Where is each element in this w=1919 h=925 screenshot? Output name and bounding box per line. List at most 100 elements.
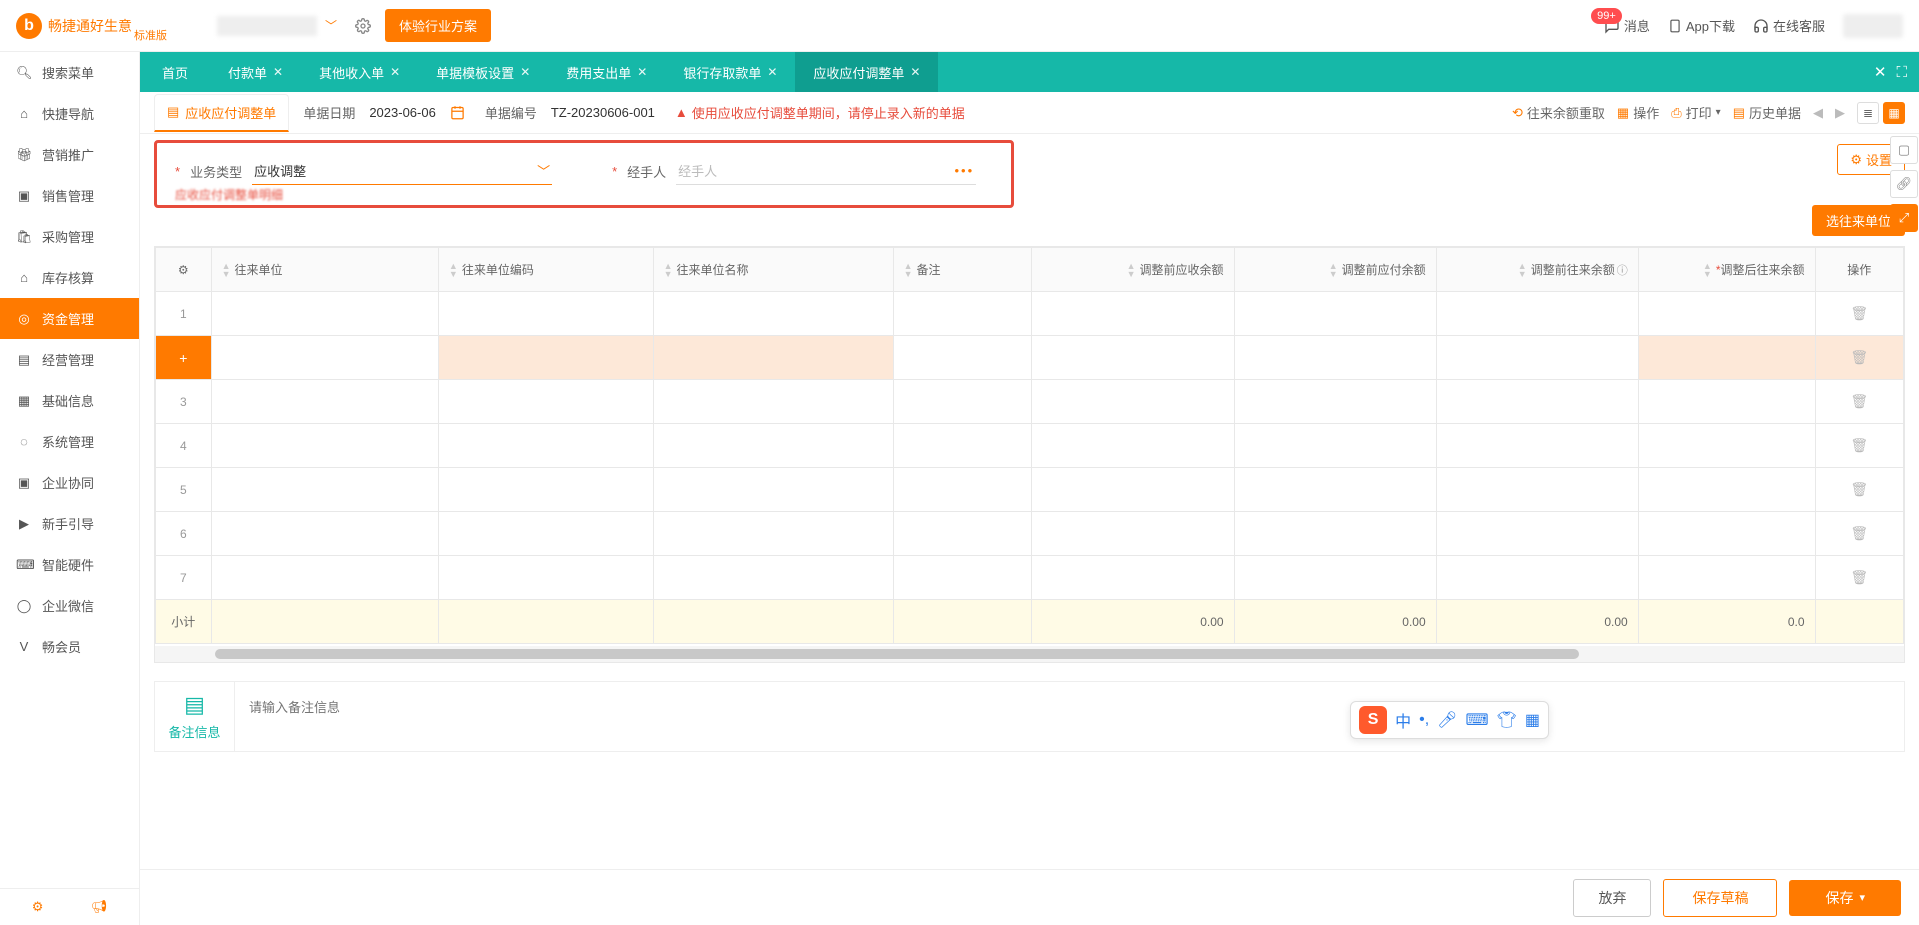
org-selector[interactable]: ﹀ <box>217 16 337 36</box>
next-icon[interactable]: ▶ <box>1835 105 1845 121</box>
ime-keyboard-icon[interactable]: ⌨ <box>1465 710 1488 730</box>
close-icon[interactable]: ✕ <box>390 65 400 79</box>
save-draft-button[interactable]: 保存草稿 <box>1663 879 1777 917</box>
doc-type-chip[interactable]: ▤ 应收应付调整单 <box>154 94 289 132</box>
close-icon[interactable]: ✕ <box>767 65 777 79</box>
doc-date-value[interactable]: 2023-06-06 <box>369 105 436 120</box>
sort-icon[interactable]: ▲▼ <box>904 262 913 278</box>
sidebar-item-purchase[interactable]: 🛍︎采购管理 <box>0 216 139 257</box>
col-after-bal[interactable]: ▲▼*调整后往来余额 <box>1638 248 1815 292</box>
table-row[interactable]: 5🗑︎ <box>156 468 1904 512</box>
calendar-icon[interactable] <box>450 105 465 120</box>
ime-tool-icon[interactable]: ▦ <box>1525 710 1540 730</box>
ime-skin-icon[interactable]: 👕︎ <box>1497 710 1517 730</box>
sidebar-item-system[interactable]: ◌系统管理 <box>0 421 139 462</box>
sort-icon[interactable]: ▲▼ <box>1329 262 1338 278</box>
collapse-icon[interactable]: ⚙ <box>32 899 44 915</box>
close-icon[interactable]: ✕ <box>520 65 530 79</box>
col-unit-code[interactable]: ▲▼往来单位编码 <box>438 248 653 292</box>
close-icon[interactable]: ✕ <box>910 65 920 79</box>
delete-icon[interactable]: 🗑︎ <box>1850 349 1868 365</box>
sidebar-item-coop[interactable]: ▣企业协同 <box>0 462 139 503</box>
sidebar-item-business[interactable]: ▤经营管理 <box>0 339 139 380</box>
table-row[interactable]: 3🗑︎ <box>156 380 1904 424</box>
regrab-balance-link[interactable]: ⟲往来余额重取 <box>1512 103 1605 122</box>
online-service-link[interactable]: 在线客服 <box>1753 16 1825 35</box>
rail-attach-icon[interactable]: 🔗︎ <box>1890 170 1918 198</box>
experience-button[interactable]: 体验行业方案 <box>385 9 491 42</box>
col-before-pay[interactable]: ▲▼调整前应付余额 <box>1234 248 1436 292</box>
table-row[interactable]: 4🗑︎ <box>156 424 1904 468</box>
sort-icon[interactable]: ▲▼ <box>1703 262 1712 278</box>
tab-template[interactable]: 单据模板设置✕ <box>418 52 548 92</box>
col-settings[interactable]: ⚙ <box>156 248 212 292</box>
tab-bank[interactable]: 银行存取款单✕ <box>665 52 795 92</box>
col-unit-name[interactable]: ▲▼往来单位名称 <box>653 248 893 292</box>
rail-expand-icon[interactable]: ⤢ <box>1890 204 1918 232</box>
ime-punct-icon[interactable]: •, <box>1419 711 1429 729</box>
sidebar-item-vip[interactable]: V畅会员 <box>0 626 139 667</box>
user-avatar[interactable] <box>1843 14 1903 38</box>
sidebar-item-inventory[interactable]: ⌂库存核算 <box>0 257 139 298</box>
save-button[interactable]: 保存▾ <box>1789 880 1901 916</box>
sidebar-item-guide[interactable]: ▶新手引导 <box>0 503 139 544</box>
sidebar-item-wechat[interactable]: ◯企业微信 <box>0 585 139 626</box>
history-link[interactable]: ▤历史单据 <box>1733 103 1801 122</box>
print-link[interactable]: ⎙打印▾ <box>1671 103 1720 122</box>
delete-icon[interactable]: 🗑︎ <box>1850 481 1868 497</box>
biz-type-dropdown[interactable]: 应收调整 ﹀ <box>252 157 552 185</box>
more-icon[interactable]: ••• <box>955 163 975 178</box>
help-icon[interactable]: ⓘ <box>1617 262 1628 278</box>
sort-icon[interactable]: ▲▼ <box>664 262 673 278</box>
add-icon[interactable]: + <box>172 347 194 369</box>
sort-icon[interactable]: ▲▼ <box>1518 262 1527 278</box>
h-scrollbar[interactable] <box>155 646 1904 662</box>
delete-icon[interactable]: 🗑︎ <box>1850 437 1868 453</box>
tab-adjustment[interactable]: 应收应付调整单✕ <box>795 52 938 92</box>
table-row[interactable]: 7🗑︎ <box>156 556 1904 600</box>
delete-icon[interactable]: 🗑︎ <box>1850 393 1868 409</box>
sound-icon[interactable]: 📢︎ <box>91 899 108 915</box>
col-unit[interactable]: ▲▼往来单位 <box>211 248 438 292</box>
table-row[interactable]: 6🗑︎ <box>156 512 1904 556</box>
sort-icon[interactable]: ▲▼ <box>1127 262 1136 278</box>
col-remark[interactable]: ▲▼备注 <box>893 248 1032 292</box>
col-before-recv[interactable]: ▲▼调整前应收余额 <box>1032 248 1234 292</box>
messages-link[interactable]: 消息 99+ <box>1604 16 1650 35</box>
abandon-button[interactable]: 放弃 <box>1573 879 1651 917</box>
remark-input[interactable] <box>249 700 1890 715</box>
handler-input[interactable]: 经手人 ••• <box>676 157 976 185</box>
delete-icon[interactable]: 🗑︎ <box>1850 525 1868 541</box>
rail-note-icon[interactable]: ▢ <box>1890 136 1918 164</box>
sidebar-item-sales[interactable]: ▣销售管理 <box>0 175 139 216</box>
table-row[interactable]: 1🗑︎ <box>156 292 1904 336</box>
sidebar-item-funds[interactable]: ◎资金管理 <box>0 298 139 339</box>
table-row-selected[interactable]: + 🗑︎ <box>156 336 1904 380</box>
delete-icon[interactable]: 🗑︎ <box>1850 305 1868 321</box>
sidebar-item-hardware[interactable]: ⌨智能硬件 <box>0 544 139 585</box>
add-row[interactable]: + <box>156 336 212 380</box>
ime-lang[interactable]: 中 <box>1395 708 1411 732</box>
sort-icon[interactable]: ▲▼ <box>449 262 458 278</box>
tab-other-income[interactable]: 其他收入单✕ <box>301 52 418 92</box>
tab-home[interactable]: 首页 <box>140 52 210 92</box>
col-before-bal[interactable]: ▲▼调整前往来余额ⓘ <box>1436 248 1638 292</box>
view-list-icon[interactable]: ≣ <box>1857 102 1879 124</box>
sidebar-item-quicknav[interactable]: ⌂快捷导航 <box>0 93 139 134</box>
close-icon[interactable]: ✕ <box>637 65 647 79</box>
fullscreen-icon[interactable]: ⛶ <box>1896 64 1907 81</box>
prev-icon[interactable]: ◀ <box>1813 105 1823 121</box>
delete-icon[interactable]: 🗑︎ <box>1850 569 1868 585</box>
view-grid-icon[interactable]: ▦ <box>1883 102 1905 124</box>
sort-icon[interactable]: ▲▼ <box>222 262 231 278</box>
app-download-link[interactable]: App下载 <box>1668 16 1735 35</box>
close-all-icon[interactable]: ✕ <box>1874 63 1887 81</box>
sidebar-item-marketing[interactable]: 🎁︎营销推广 <box>0 134 139 175</box>
scrollbar-thumb[interactable] <box>215 649 1579 659</box>
ime-toolbar[interactable]: S 中 •, 🎤︎ ⌨ 👕︎ ▦ <box>1350 701 1549 739</box>
gear-icon[interactable] <box>355 18 371 34</box>
operate-link[interactable]: ▦操作 <box>1617 103 1659 122</box>
close-icon[interactable]: ✕ <box>273 65 283 79</box>
tab-payment[interactable]: 付款单✕ <box>210 52 301 92</box>
ime-mic-icon[interactable]: 🎤︎ <box>1437 710 1457 730</box>
